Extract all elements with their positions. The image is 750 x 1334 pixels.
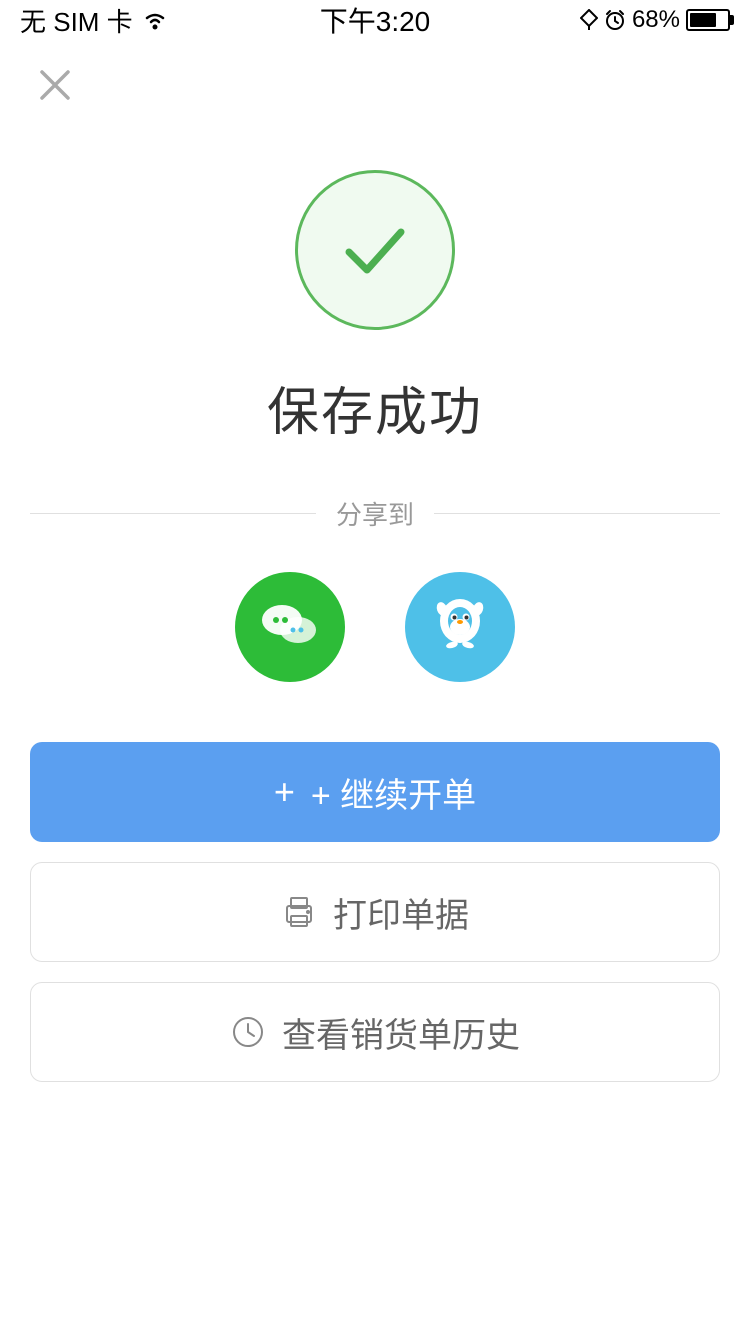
divider-left — [30, 513, 316, 514]
print-button[interactable]: 打印单据 — [30, 862, 720, 962]
close-button-row — [30, 60, 720, 110]
alarm-icon — [604, 9, 626, 31]
battery-percent: 68% — [632, 6, 680, 34]
close-icon — [38, 68, 72, 102]
battery-icon — [686, 9, 730, 31]
success-circle — [295, 170, 455, 330]
status-bar: 无 SIM 卡 下午3:20 68% — [0, 0, 750, 40]
qq-share-button[interactable] — [405, 572, 515, 682]
share-icons-row — [235, 572, 515, 682]
sim-label: 无 SIM 卡 — [20, 2, 133, 39]
status-time: 下午3:20 — [320, 0, 431, 40]
continue-label: + 继续开单 — [311, 768, 476, 817]
wifi-icon — [141, 10, 169, 30]
share-divider: 分享到 — [30, 495, 720, 532]
success-title: 保存成功 — [267, 370, 483, 445]
history-button[interactable]: 查看销货单历史 — [30, 982, 720, 1082]
close-button[interactable] — [30, 60, 80, 110]
print-label: 打印单据 — [333, 888, 469, 937]
history-icon — [230, 1014, 266, 1050]
checkmark-icon — [335, 210, 415, 290]
qq-icon — [430, 593, 490, 661]
wechat-share-button[interactable] — [235, 572, 345, 682]
location-icon — [580, 9, 598, 31]
history-label: 查看销货单历史 — [282, 1008, 520, 1057]
status-left: 无 SIM 卡 — [20, 2, 169, 39]
action-buttons: + + 继续开单 打印单据 查看销货单历史 — [30, 742, 720, 1082]
continue-button[interactable]: + + 继续开单 — [30, 742, 720, 842]
share-label: 分享到 — [336, 495, 414, 532]
continue-icon: + — [274, 771, 295, 813]
status-right: 68% — [580, 6, 730, 34]
divider-right — [434, 513, 720, 514]
wechat-icon — [258, 600, 322, 654]
print-icon — [281, 894, 317, 930]
main-content: 保存成功 分享到 — [0, 40, 750, 1334]
